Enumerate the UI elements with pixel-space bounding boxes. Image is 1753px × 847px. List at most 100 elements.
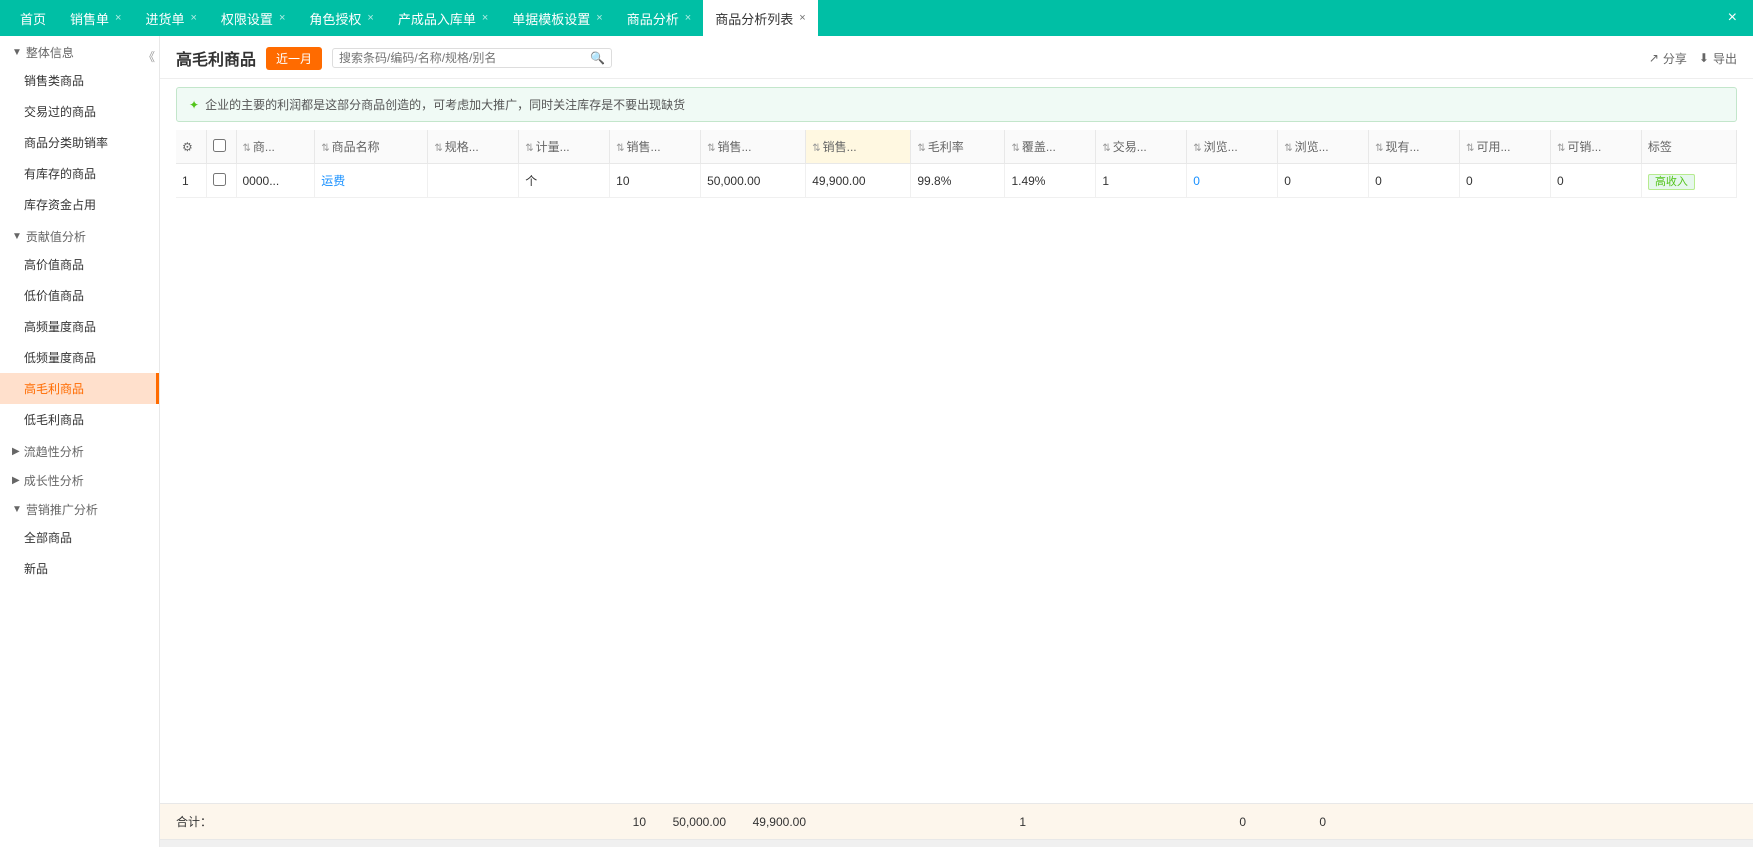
col-code[interactable]: ⇅商... bbox=[236, 130, 315, 164]
tab-sales-order[interactable]: 销售单 × bbox=[58, 0, 133, 36]
sidebar-item-low-freq-goods[interactable]: 低频量度商品 bbox=[0, 342, 159, 373]
search-input[interactable] bbox=[339, 51, 590, 65]
col-settings[interactable]: ⚙ bbox=[176, 130, 206, 164]
close-tab-order-template[interactable]: × bbox=[596, 12, 602, 24]
col-sellable-stock[interactable]: ⇅可销... bbox=[1550, 130, 1641, 164]
footer-values: 10 50,000.00 49,900.00 1 0 0 bbox=[232, 815, 1332, 829]
arrow-overall-info: ▼ bbox=[12, 47, 22, 58]
select-all-checkbox[interactable] bbox=[213, 139, 226, 152]
sidebar-item-sales-goods[interactable]: 销售类商品 bbox=[0, 65, 159, 96]
sidebar-item-in-stock-goods[interactable]: 有库存的商品 bbox=[0, 158, 159, 189]
cell-browse2: 0 bbox=[1278, 164, 1369, 198]
col-transaction[interactable]: ⇅交易... bbox=[1096, 130, 1187, 164]
close-tab-product-analysis[interactable]: × bbox=[685, 12, 691, 24]
tab-product-storage[interactable]: 产成品入库单 × bbox=[386, 0, 500, 36]
footer-total-bar: 合计： 10 50,000.00 49,900.00 1 0 0 bbox=[160, 803, 1753, 839]
cell-transaction: 1 bbox=[1096, 164, 1187, 198]
close-tab-permission-settings[interactable]: × bbox=[279, 12, 285, 24]
sidebar-item-low-margin-goods[interactable]: 低毛利商品 bbox=[0, 404, 159, 435]
share-button[interactable]: ↗ 分享 bbox=[1649, 50, 1687, 67]
sidebar-group-overall-info[interactable]: ▼ 整体信息 bbox=[0, 36, 159, 65]
table-wrapper: ⚙ ⇅商... ⇅商品名称 ⇅规格... ⇅计量... ⇅销售... ⇅销售..… bbox=[160, 130, 1753, 803]
row-checkbox[interactable] bbox=[213, 173, 226, 186]
cell-sales-profit: 49,900.00 bbox=[806, 164, 911, 198]
cell-name[interactable]: 运费 bbox=[315, 164, 428, 198]
table-header-row: ⚙ ⇅商... ⇅商品名称 ⇅规格... ⇅计量... ⇅销售... ⇅销售..… bbox=[176, 130, 1737, 164]
tab-product-analysis-list[interactable]: 商品分析列表 × bbox=[703, 0, 817, 36]
col-current-stock[interactable]: ⇅现有... bbox=[1369, 130, 1460, 164]
cell-current-stock: 0 bbox=[1369, 164, 1460, 198]
sidebar-item-high-margin-goods[interactable]: 高毛利商品 bbox=[0, 373, 159, 404]
info-icon: ✦ bbox=[189, 98, 199, 112]
cell-tag: 高收入 bbox=[1641, 164, 1736, 198]
tab-purchase-order[interactable]: 进货单 × bbox=[133, 0, 208, 36]
close-tab-purchase-order[interactable]: × bbox=[190, 12, 196, 24]
sidebar-item-high-value-goods[interactable]: 高价值商品 bbox=[0, 249, 159, 280]
tab-permission-settings[interactable]: 权限设置 × bbox=[209, 0, 297, 36]
footer-cell-transaction: 1 bbox=[952, 815, 1032, 829]
col-spec[interactable]: ⇅规格... bbox=[428, 130, 519, 164]
tag-badge: 高收入 bbox=[1648, 174, 1695, 190]
col-browse1[interactable]: ⇅浏览... bbox=[1187, 130, 1278, 164]
col-available-stock[interactable]: ⇅可用... bbox=[1460, 130, 1551, 164]
cell-browse1[interactable]: 0 bbox=[1187, 164, 1278, 198]
cell-checkbox bbox=[206, 164, 236, 198]
footer-cell-sales-profit: 49,900.00 bbox=[732, 815, 812, 829]
col-name[interactable]: ⇅商品名称 bbox=[315, 130, 428, 164]
close-all-tabs[interactable]: × bbox=[1720, 9, 1745, 27]
col-unit[interactable]: ⇅计量... bbox=[519, 130, 610, 164]
cell-sellable-stock: 0 bbox=[1550, 164, 1641, 198]
cell-seq: 1 bbox=[176, 164, 206, 198]
tab-order-template[interactable]: 单据模板设置 × bbox=[500, 0, 614, 36]
col-coverage[interactable]: ⇅覆盖... bbox=[1005, 130, 1096, 164]
col-sales-amt[interactable]: ⇅销售... bbox=[701, 130, 806, 164]
cell-code: 0000... bbox=[236, 164, 315, 198]
tab-product-analysis[interactable]: 商品分析 × bbox=[615, 0, 703, 36]
sidebar-group-trend-analysis[interactable]: ▶ 流趋性分析 bbox=[0, 435, 159, 464]
tab-role-auth[interactable]: 角色授权 × bbox=[297, 0, 385, 36]
export-icon: ⬇ bbox=[1699, 51, 1709, 65]
cell-unit: 个 bbox=[519, 164, 610, 198]
info-banner: ✦ 企业的主要的利润都是这部分商品创造的，可考虑加大推广，同时关注库存是不要出现… bbox=[176, 87, 1737, 122]
sidebar: 《 ▼ 整体信息 销售类商品 交易过的商品 商品分类助销率 有库存的商品 库存资… bbox=[0, 36, 160, 847]
data-table: ⚙ ⇅商... ⇅商品名称 ⇅规格... ⇅计量... ⇅销售... ⇅销售..… bbox=[176, 130, 1737, 198]
footer-cell-sales-amt: 50,000.00 bbox=[652, 815, 732, 829]
col-tag[interactable]: 标签 bbox=[1641, 130, 1736, 164]
arrow-trend-analysis: ▶ bbox=[12, 446, 20, 457]
footer-cell-spacer2 bbox=[812, 815, 952, 829]
footer-cell-available-stock: 0 bbox=[1172, 815, 1252, 829]
close-tab-product-analysis-list[interactable]: × bbox=[799, 12, 805, 24]
sidebar-group-growth-analysis[interactable]: ▶ 成长性分析 bbox=[0, 464, 159, 493]
cell-margin-rate: 99.8% bbox=[911, 164, 1005, 198]
sidebar-item-stock-fund-ratio[interactable]: 库存资金占用 bbox=[0, 189, 159, 220]
col-margin-rate[interactable]: ⇅毛利率 bbox=[911, 130, 1005, 164]
search-icon[interactable]: 🔍 bbox=[590, 51, 605, 65]
col-sales-profit[interactable]: ⇅销售... bbox=[806, 130, 911, 164]
export-button[interactable]: ⬇ 导出 bbox=[1699, 50, 1737, 67]
col-browse2[interactable]: ⇅浏览... bbox=[1278, 130, 1369, 164]
sidebar-item-goods-assist-rate[interactable]: 商品分类助销率 bbox=[0, 127, 159, 158]
cell-coverage: 1.49% bbox=[1005, 164, 1096, 198]
sidebar-collapse-button[interactable]: 《 bbox=[139, 46, 159, 66]
content-header: 高毛利商品 近一月 🔍 ↗ 分享 ⬇ 导出 bbox=[160, 36, 1753, 79]
col-sales-qty[interactable]: ⇅销售... bbox=[610, 130, 701, 164]
sidebar-item-new-goods[interactable]: 新品 bbox=[0, 553, 159, 584]
filter-recent-month-button[interactable]: 近一月 bbox=[266, 47, 322, 70]
horizontal-scrollbar[interactable] bbox=[160, 839, 1753, 847]
sidebar-group-marketing-analysis[interactable]: ▼ 营销推广分析 bbox=[0, 493, 159, 522]
top-navigation: 首页 销售单 × 进货单 × 权限设置 × 角色授权 × 产成品入库单 × 单据… bbox=[0, 0, 1753, 36]
close-tab-product-storage[interactable]: × bbox=[482, 12, 488, 24]
sidebar-group-wealth-analysis[interactable]: ▼ 贡献值分析 bbox=[0, 220, 159, 249]
sidebar-item-low-value-goods[interactable]: 低价值商品 bbox=[0, 280, 159, 311]
content-area: 高毛利商品 近一月 🔍 ↗ 分享 ⬇ 导出 ✦ 企业的主要的利润都是这部分商品创… bbox=[160, 36, 1753, 847]
sidebar-item-high-freq-goods[interactable]: 高频量度商品 bbox=[0, 311, 159, 342]
col-checkbox bbox=[206, 130, 236, 164]
tab-home[interactable]: 首页 bbox=[8, 0, 58, 36]
page-title: 高毛利商品 bbox=[176, 46, 256, 70]
close-tab-role-auth[interactable]: × bbox=[367, 12, 373, 24]
arrow-marketing-analysis: ▼ bbox=[12, 504, 22, 515]
sidebar-item-all-goods[interactable]: 全部商品 bbox=[0, 522, 159, 553]
cell-spec bbox=[428, 164, 519, 198]
sidebar-item-traded-goods[interactable]: 交易过的商品 bbox=[0, 96, 159, 127]
close-tab-sales-order[interactable]: × bbox=[115, 12, 121, 24]
